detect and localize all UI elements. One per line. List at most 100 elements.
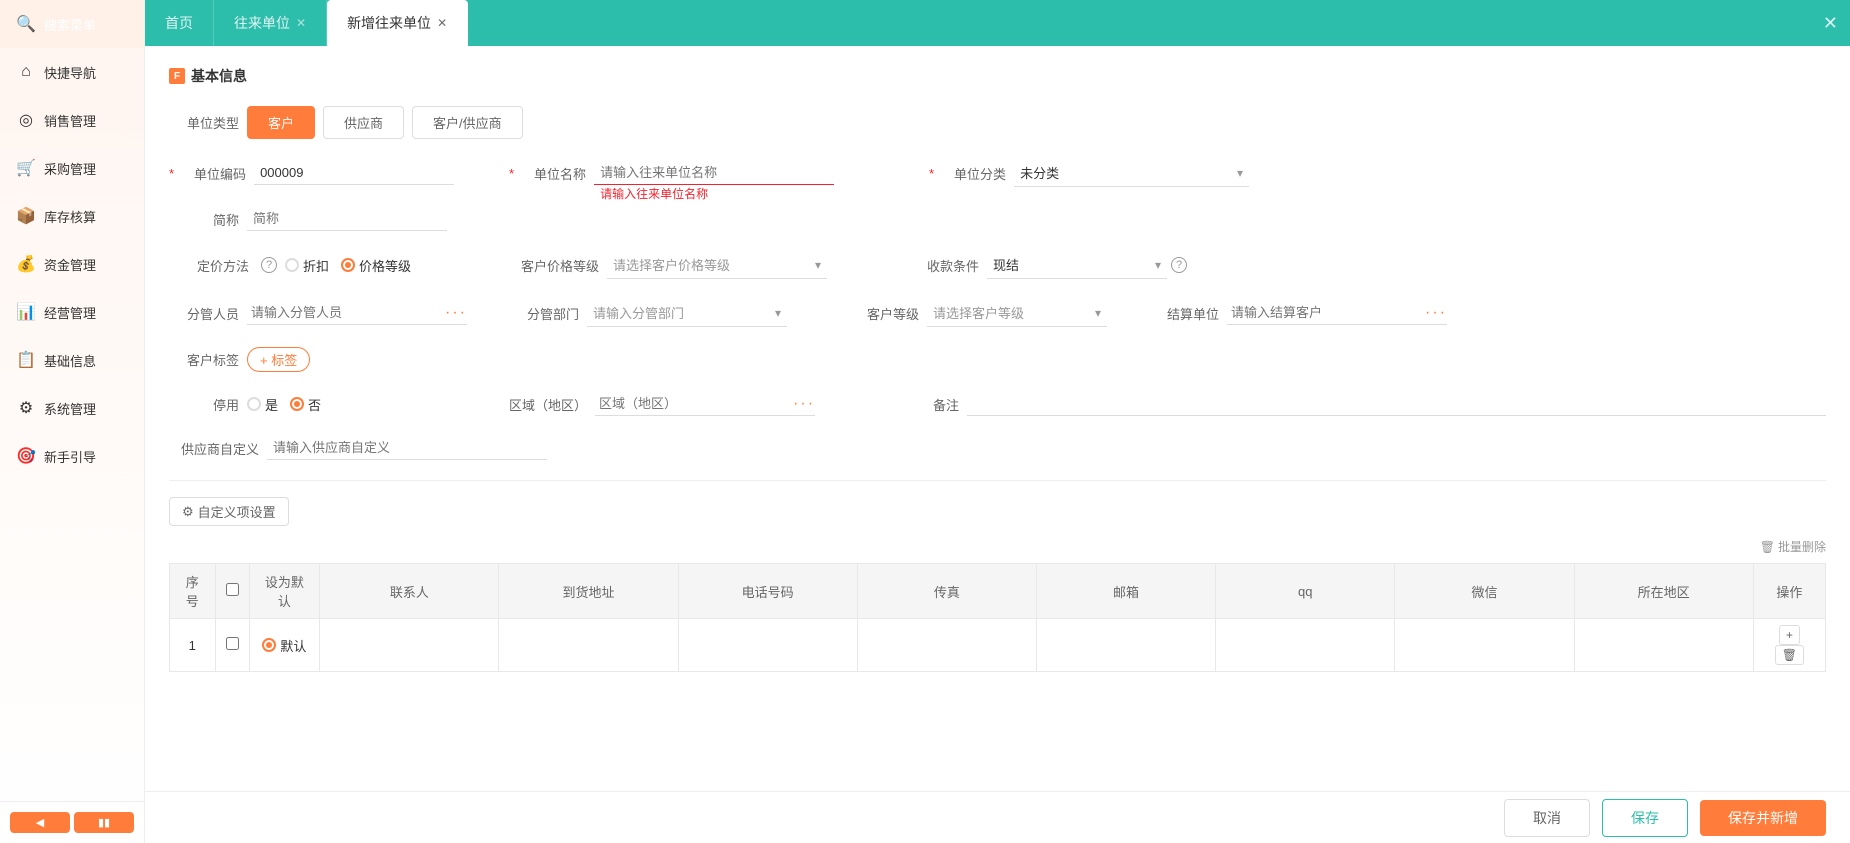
section-icon: F	[169, 68, 185, 84]
pricing-level-label: 价格等级	[359, 256, 411, 275]
cancel-btn[interactable]: 取消	[1504, 799, 1590, 837]
sidebar-item-system[interactable]: ⚙ 系统管理	[0, 384, 144, 432]
customer-level-select[interactable]: 请选择客户等级 ▾	[927, 299, 1107, 327]
tab-new-partner-close[interactable]: ✕	[437, 16, 447, 30]
pricing-level-radio[interactable]: 价格等级	[341, 256, 411, 275]
th-qq: qq	[1216, 564, 1395, 619]
row-wechat[interactable]	[1395, 619, 1574, 672]
sidebar-item-quicknav[interactable]: ⌂ 快捷导航	[0, 48, 144, 96]
customer-level-label: 客户等级	[849, 304, 919, 323]
customer-price-level-placeholder: 请选择客户价格等级	[613, 255, 815, 274]
row-fax[interactable]	[857, 619, 1036, 672]
sidebar-item-inventory[interactable]: 📦 库存核算	[0, 192, 144, 240]
pricing-discount-radio[interactable]: 折扣	[285, 256, 329, 275]
pricing-discount-radio-circle	[285, 258, 299, 272]
tab-partner[interactable]: 往来单位 ✕	[214, 0, 327, 46]
batch-delete-btn[interactable]: 🗑 批量删除	[1760, 538, 1826, 555]
unit-category-select[interactable]: 未分类 ▾	[1014, 159, 1249, 187]
sidebar-inventory-label: 库存核算	[44, 207, 96, 226]
sidebar-expand-btn[interactable]: ◀	[10, 812, 70, 833]
sidebar-toggle-btn[interactable]: ▮▮	[74, 812, 134, 833]
row-delete-btn[interactable]: 🗑	[1775, 645, 1804, 665]
sidebar: 🔍 搜索菜单 ⌂ 快捷导航 ◎ 销售管理 🛒 采购管理 📦 库存核算 💰 资金管…	[0, 0, 145, 843]
row-district-input[interactable]	[1585, 638, 1743, 653]
unit-name-input[interactable]	[594, 161, 834, 185]
tab-bar: 首页 往来单位 ✕ 新增往来单位 ✕ ✕	[145, 0, 1850, 46]
supplier-custom-group: 供应商自定义	[169, 436, 1826, 460]
custom-settings-btn[interactable]: ⚙ 自定义项设置	[169, 497, 289, 526]
abbr-input[interactable]	[247, 207, 447, 231]
tab-partner-close[interactable]: ✕	[296, 16, 306, 30]
section-title: 基本信息	[191, 66, 247, 86]
sidebar-item-finance[interactable]: 💰 资金管理	[0, 240, 144, 288]
row-default-radio[interactable]: 默认	[260, 636, 310, 655]
tab-new-partner[interactable]: 新增往来单位 ✕	[327, 0, 468, 46]
region-input[interactable]	[595, 392, 789, 415]
row-qq-input[interactable]	[1226, 638, 1384, 653]
unit-type-both-btn[interactable]: 客户/供应商	[412, 106, 523, 139]
settlement-input[interactable]	[1227, 301, 1421, 324]
price-level-chevron-icon: ▾	[815, 258, 821, 272]
disabled-yes-radio[interactable]: 是	[247, 395, 278, 414]
row-address[interactable]	[499, 619, 678, 672]
supervisor-input[interactable]	[247, 301, 441, 324]
table-header-row: 序号 设为默认 联系人 到货地址 电话号码 传真 邮箱 qq 微信 所在地区 操…	[170, 564, 1826, 619]
table-row: 1 默认	[170, 619, 1826, 672]
pricing-help-icon[interactable]: ?	[261, 257, 277, 273]
sidebar-item-search[interactable]: 🔍 搜索菜单	[0, 0, 144, 48]
sidebar-search-label: 搜索菜单	[44, 15, 96, 34]
search-icon: 🔍	[16, 14, 36, 34]
department-select[interactable]: 请输入分管部门 ▾	[587, 299, 787, 327]
row-contact-input[interactable]	[330, 638, 488, 653]
unit-name-error: 请输入往来单位名称	[600, 185, 708, 202]
row-wechat-input[interactable]	[1405, 638, 1563, 653]
disabled-row: 停用 是 否 区域（地区） ···	[169, 392, 1826, 416]
payment-terms-select[interactable]: 现结 ▾	[987, 251, 1167, 279]
row-qq[interactable]	[1216, 619, 1395, 672]
row-address-input[interactable]	[509, 638, 667, 653]
row-add-btn[interactable]: +	[1779, 625, 1800, 645]
payment-help-icon[interactable]: ?	[1171, 257, 1187, 273]
row-checkbox[interactable]	[226, 637, 239, 650]
unit-type-customer-btn[interactable]: 客户	[247, 106, 315, 139]
region-more-btn[interactable]: ···	[793, 395, 815, 413]
row-district[interactable]	[1574, 619, 1753, 672]
unit-code-input[interactable]	[254, 161, 454, 185]
disabled-no-radio[interactable]: 否	[290, 395, 321, 414]
row-email-input[interactable]	[1047, 638, 1205, 653]
yes-radio-circle	[247, 397, 261, 411]
main-close-btn[interactable]: ✕	[1823, 13, 1838, 34]
sidebar-sales-label: 销售管理	[44, 111, 96, 130]
settlement-more-btn[interactable]: ···	[1425, 304, 1447, 322]
customer-price-level-select[interactable]: 请选择客户价格等级 ▾	[607, 251, 827, 279]
pricing-discount-label: 折扣	[303, 256, 329, 275]
supervisor-more-btn[interactable]: ···	[445, 304, 467, 322]
tag-row: 客户标签 + 标签	[169, 347, 1826, 372]
sidebar-item-guide[interactable]: 🎯 新手引导	[0, 432, 144, 480]
sidebar-item-sales[interactable]: ◎ 销售管理	[0, 96, 144, 144]
row-email[interactable]	[1036, 619, 1215, 672]
tag-add-btn[interactable]: + 标签	[247, 347, 310, 372]
row-phone[interactable]	[678, 619, 857, 672]
sidebar-item-purchase[interactable]: 🛒 采购管理	[0, 144, 144, 192]
tab-home[interactable]: 首页	[145, 0, 214, 46]
sidebar-item-basic[interactable]: 📋 基础信息	[0, 336, 144, 384]
purchase-icon: 🛒	[16, 158, 36, 178]
supervisor-row: 分管人员 ··· 分管部门 请输入分管部门 ▾ 客户等级 请选择客户等级	[169, 299, 1826, 327]
supplier-custom-input[interactable]	[267, 436, 547, 460]
th-wechat: 微信	[1395, 564, 1574, 619]
sidebar-item-operations[interactable]: 📊 经营管理	[0, 288, 144, 336]
row-fax-input[interactable]	[868, 638, 1026, 653]
save-btn[interactable]: 保存	[1602, 799, 1688, 837]
remarks-input[interactable]	[967, 392, 1826, 416]
row-contact[interactable]	[320, 619, 499, 672]
unit-type-supplier-btn[interactable]: 供应商	[323, 106, 404, 139]
row-default-cell: 默认	[249, 619, 320, 672]
settlement-label: 结算单位	[1149, 304, 1219, 323]
row-phone-input[interactable]	[689, 638, 847, 653]
pricing-method-label: 定价方法	[169, 256, 249, 275]
row-no: 1	[170, 619, 216, 672]
tag-label: 客户标签	[169, 350, 239, 369]
save-and-new-btn[interactable]: 保存并新增	[1700, 800, 1826, 836]
select-all-checkbox[interactable]	[226, 583, 239, 596]
